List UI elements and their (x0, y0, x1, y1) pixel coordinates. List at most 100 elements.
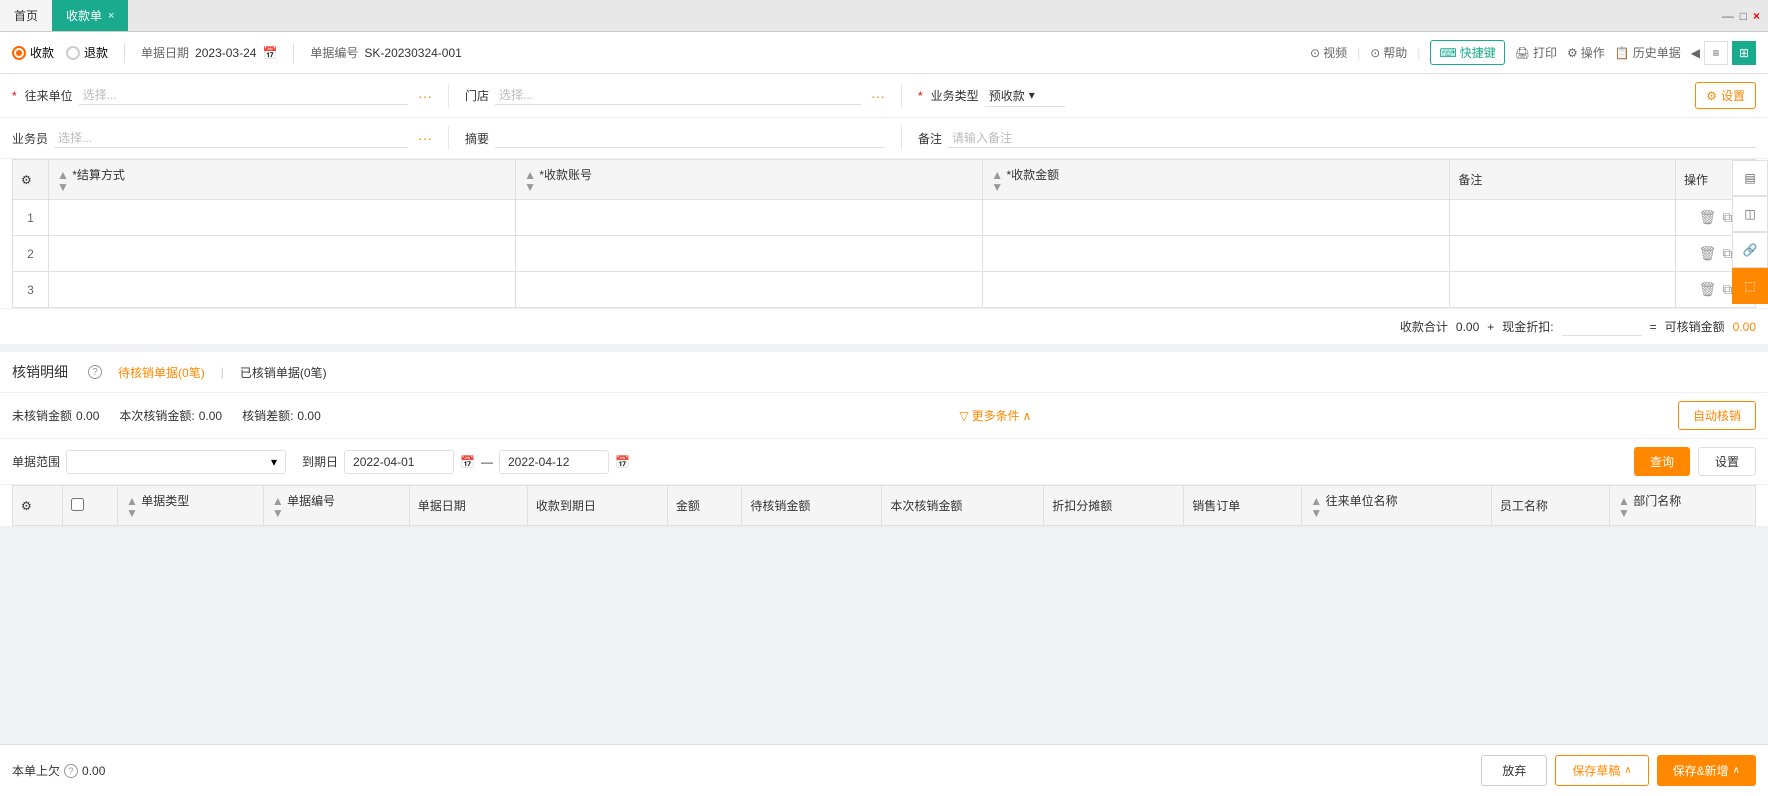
th-amount-label: *收款金额 (1006, 168, 1059, 182)
row-2-remark[interactable] (1450, 236, 1676, 272)
operation-btn[interactable]: ⚙ 操作 (1567, 44, 1605, 61)
current-verify-stat: 本次核销金额: 0.00 (119, 407, 222, 424)
radio-receipt[interactable]: 收款 (12, 44, 54, 61)
nav-prev-btn[interactable]: ◀ (1691, 46, 1700, 60)
range-field: 单据范围 ▾ (12, 450, 286, 474)
print-label: 打印 (1533, 44, 1557, 61)
table-row: 1 🗑 ⧉ (13, 200, 1756, 236)
help-btn[interactable]: ⊙ 帮助 (1370, 44, 1407, 61)
row-1-remark[interactable] (1450, 200, 1676, 236)
window-max-btn[interactable]: □ (1740, 9, 1747, 23)
range-label: 单据范围 (12, 453, 60, 470)
print-btn[interactable]: 🖨 打印 (1515, 44, 1557, 61)
pending-label: 待核销单据 (118, 366, 178, 380)
row-3-copy-icon[interactable]: ⧉ (1722, 281, 1732, 298)
row-3-payment[interactable] (49, 272, 516, 308)
filter-buttons: 查询 设置 (1634, 447, 1756, 476)
sidebar-icon-4[interactable]: ⬚ (1732, 268, 1768, 304)
counterparty-label: 往来单位 (25, 87, 73, 104)
staff-more-btn[interactable]: ··· (418, 130, 432, 146)
pending-link[interactable]: 待核销单据(0笔) (118, 364, 205, 381)
bt-col-6: 本次核销金额 (882, 486, 1044, 526)
receipt-table-container: ⚙ ▲▼ *结算方式 ▲▼ *收款账号 ▲▼ *收款金额 (0, 159, 1768, 308)
remark-input[interactable] (948, 129, 1756, 148)
verify-amount-value: 0.00 (1733, 320, 1756, 334)
summary-field: 摘要 (465, 129, 885, 148)
done-count: 0 (304, 366, 311, 380)
calendar-from-icon[interactable]: 📅 (460, 455, 475, 469)
row-3-amount[interactable] (983, 272, 1450, 308)
calendar-icon[interactable]: 📅 (262, 46, 277, 60)
date-field: 单据日期 2023-03-24 📅 (141, 44, 277, 61)
range-select[interactable]: ▾ (66, 450, 286, 474)
toolbar-divider-1 (124, 43, 125, 63)
diff-value: 0.00 (297, 409, 320, 423)
save-draft-arrow: ∧ (1624, 765, 1631, 776)
row-2-amount[interactable] (983, 236, 1450, 272)
row-1-account[interactable] (516, 200, 983, 236)
save-draft-btn[interactable]: 保存草稿 ∧ (1555, 755, 1648, 786)
auto-writeoff-btn[interactable]: 自动核销 (1678, 401, 1756, 430)
sidebar-icon-3-glyph: 🔗 (1743, 243, 1758, 257)
calendar-to-icon[interactable]: 📅 (615, 455, 630, 469)
tab-receipt[interactable]: 收款单 × (52, 0, 128, 31)
discard-btn[interactable]: 放弃 (1481, 755, 1547, 786)
store-more-btn[interactable]: ··· (871, 88, 885, 104)
business-type-select[interactable]: 预收款 ▾ (985, 85, 1065, 107)
bt-settings-col[interactable]: ⚙ (13, 486, 63, 526)
total-value: 0.00 (1456, 320, 1479, 334)
tab-receipt-close[interactable]: × (108, 10, 114, 22)
row-1-copy-icon[interactable]: ⧉ (1722, 209, 1732, 226)
remark-label: 备注 (918, 130, 942, 147)
discount-input[interactable] (1562, 317, 1642, 336)
row-3-remark[interactable] (1450, 272, 1676, 308)
date-to-input[interactable] (499, 450, 609, 474)
row-3-account[interactable] (516, 272, 983, 308)
sidebar-icon-1[interactable]: ▤ (1732, 160, 1768, 196)
view-card-btn[interactable]: ⊞ (1732, 41, 1756, 65)
more-conditions-btn[interactable]: ▽ 更多条件 ∧ (959, 407, 1031, 424)
row-1-payment[interactable] (49, 200, 516, 236)
history-btn[interactable]: 📋 历史单据 (1615, 44, 1681, 61)
unverified-stat: 未核销金额 0.00 (12, 407, 99, 424)
summary-input[interactable] (495, 129, 885, 148)
filter-settings-btn[interactable]: 设置 (1698, 447, 1756, 476)
bt-select-all[interactable] (71, 498, 84, 511)
bt-col-9: ▲▼ 往来单位名称 (1302, 486, 1491, 526)
range-chevron-icon: ▾ (271, 455, 277, 469)
view-list-btn[interactable]: ≡ (1704, 41, 1728, 65)
tab-home[interactable]: 首页 (0, 0, 52, 31)
counterparty-input[interactable] (79, 86, 408, 105)
query-btn[interactable]: 查询 (1634, 447, 1690, 476)
table-settings-col[interactable]: ⚙ (13, 160, 49, 200)
row-1-delete-icon[interactable]: 🗑 (1699, 209, 1717, 226)
save-new-btn[interactable]: 保存&新增 ∧ (1657, 755, 1756, 786)
verify-info-icon[interactable]: ? (88, 365, 102, 379)
settings-gear-icon: ⚙ (1706, 89, 1717, 103)
window-close-btn[interactable]: × (1753, 9, 1760, 23)
sidebar-icon-3[interactable]: 🔗 (1732, 232, 1768, 268)
verify-tab-divider: | (221, 365, 224, 379)
row-2-delete-icon[interactable]: 🗑 (1699, 245, 1717, 262)
bt-checkbox-col[interactable] (63, 486, 118, 526)
row-2-account[interactable] (516, 236, 983, 272)
sidebar-icon-2[interactable]: ◫ (1732, 196, 1768, 232)
row-3-delete-icon[interactable]: 🗑 (1699, 281, 1717, 298)
row-2-copy-icon[interactable]: ⧉ (1722, 245, 1732, 262)
date-from-input[interactable] (344, 450, 454, 474)
prev-info-icon[interactable]: ? (64, 764, 78, 778)
row-1-amount[interactable] (983, 200, 1450, 236)
history-icon: 📋 (1615, 46, 1630, 60)
window-min-btn[interactable]: — (1722, 9, 1734, 23)
row-2-payment[interactable] (49, 236, 516, 272)
store-input[interactable] (495, 86, 861, 105)
staff-input[interactable] (54, 129, 408, 148)
video-btn[interactable]: ⊙ 视频 (1310, 44, 1347, 61)
done-link[interactable]: 已核销单据(0笔) (240, 364, 327, 381)
counterparty-more-btn[interactable]: ··· (418, 88, 432, 104)
radio-refund[interactable]: 退款 (66, 44, 108, 61)
shortcut-btn[interactable]: ⌨ 快捷键 (1430, 40, 1504, 65)
settings-button[interactable]: ⚙ 设置 (1695, 82, 1756, 109)
chevron-down-icon: ▾ (1029, 88, 1035, 102)
bt-col-8: 销售订单 (1184, 486, 1302, 526)
